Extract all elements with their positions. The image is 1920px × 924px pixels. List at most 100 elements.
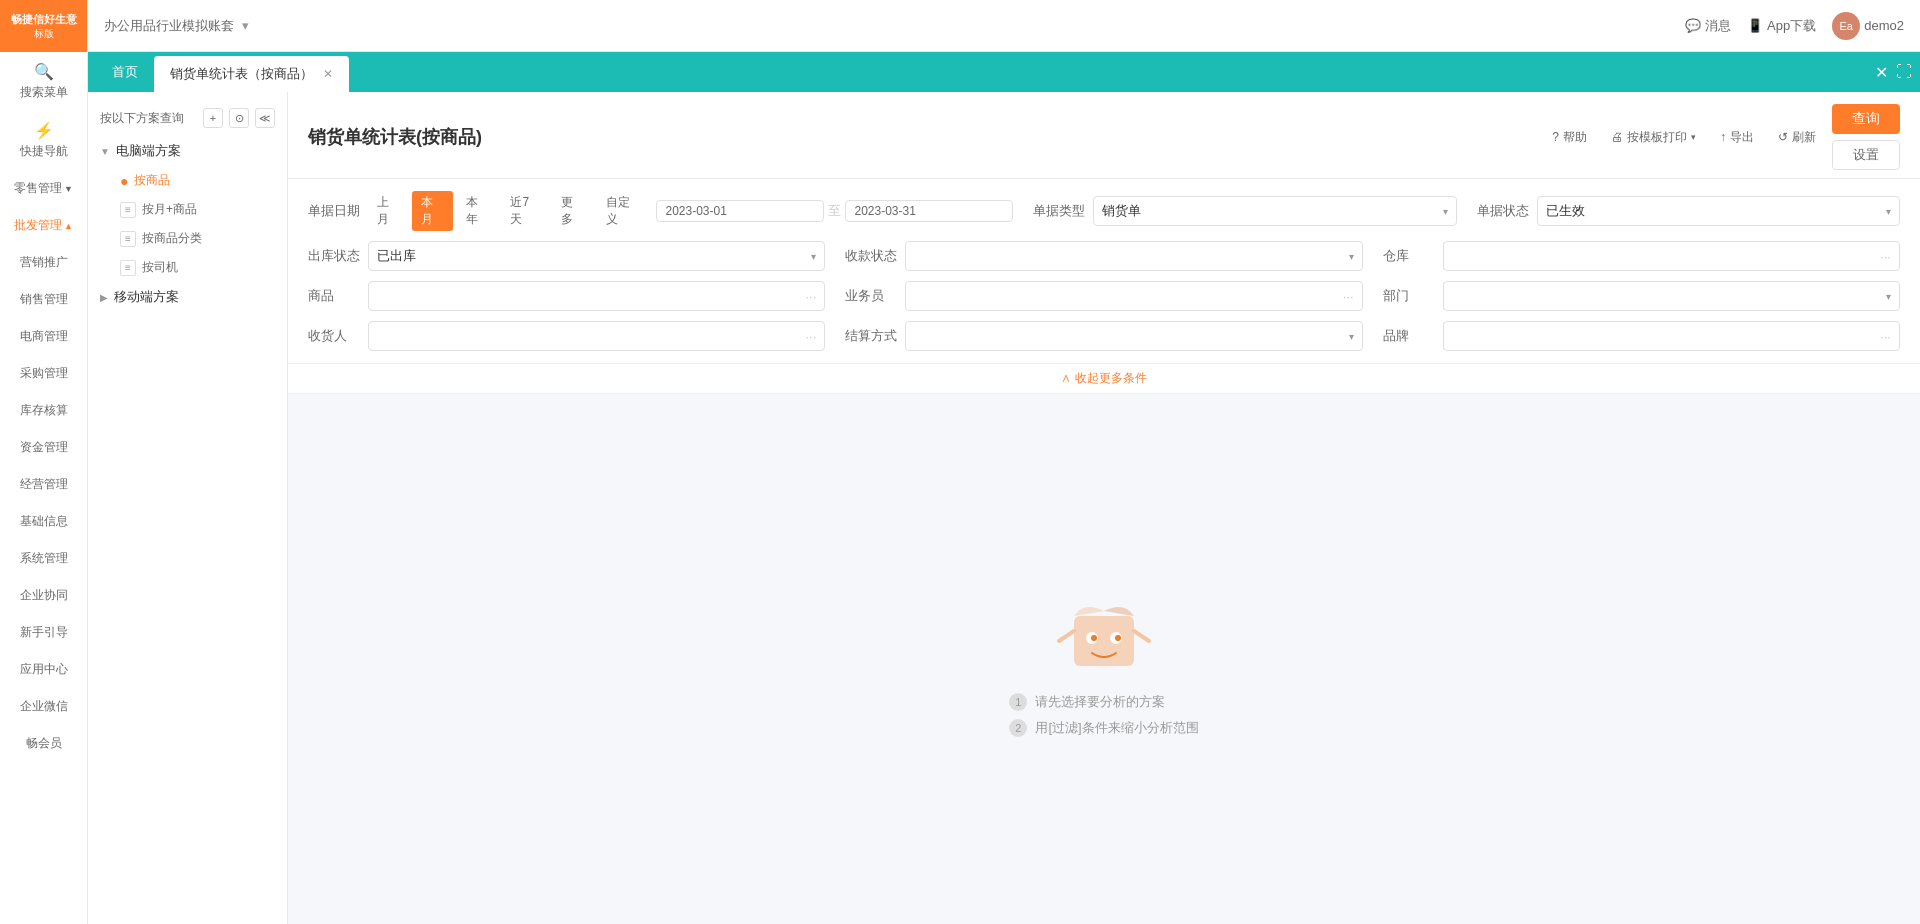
tab-maximize-btn[interactable]: ⛶: [1896, 63, 1912, 82]
sidebar-item-label: 资金管理: [20, 439, 68, 456]
sidebar-item-label: 基础信息: [20, 513, 68, 530]
chevron-right-icon: ▶: [100, 292, 108, 303]
user-area[interactable]: Ea demo2: [1832, 12, 1904, 40]
chevron-down-icon[interactable]: ▾: [242, 18, 249, 33]
sidebar-item-label: 搜索菜单: [20, 84, 68, 101]
sidebar-item-label: 系统管理: [20, 550, 68, 567]
collapse-label: ∧ 收起更多条件: [1061, 370, 1146, 387]
sidebar-item-finance[interactable]: 资金管理: [0, 429, 87, 466]
tree-item-desktop[interactable]: ▼ 电脑端方案: [88, 136, 287, 166]
tab-close-icon[interactable]: ✕: [323, 67, 333, 81]
sidebar-item-retail[interactable]: 零售管理 ▼: [0, 170, 87, 207]
out-value: 已出库: [377, 247, 416, 265]
filter-row-1: 单据日期 上月 本月 本年 近7天 更多 自定义 至: [308, 191, 1900, 231]
collapse-panel-btn[interactable]: ≪: [255, 108, 275, 128]
tree-sub-item-by-goods[interactable]: ● 按商品: [88, 166, 287, 195]
sidebar-item-basic[interactable]: 基础信息: [0, 503, 87, 540]
sidebar-item-inventory[interactable]: 库存核算: [0, 392, 87, 429]
tree-sub-item-by-category[interactable]: ≡ 按商品分类: [88, 224, 287, 253]
sidebar-item-search[interactable]: 🔍 搜索菜单: [0, 52, 87, 111]
page-header: 销货单统计表(按商品) ? 帮助 🖨 按模板打印 ▾ ↑ 导出: [288, 92, 1920, 179]
print-btn[interactable]: 🖨 按模板打印 ▾: [1603, 125, 1704, 150]
tab-home-label: 首页: [112, 63, 138, 81]
topbar-right: 💬 消息 📱 App下载 Ea demo2: [1685, 12, 1904, 40]
avatar: Ea: [1832, 12, 1860, 40]
main-content: 1 请先选择要分析的方案 2 用[过滤]条件来缩小分析范围: [288, 394, 1920, 924]
app-label: App下载: [1767, 17, 1816, 35]
print-icon: 🖨: [1611, 130, 1623, 144]
recv-status-select[interactable]: ▾: [905, 241, 1362, 271]
empty-tip-2: 2 用[过滤]条件来缩小分析范围: [1009, 719, 1198, 737]
sidebar-item-label: 销售管理: [20, 291, 68, 308]
collapse-conditions-btn[interactable]: ∧ 收起更多条件: [288, 364, 1920, 394]
tree-sub-item-by-month-goods[interactable]: ≡ 按月+商品: [88, 195, 287, 224]
sidebar-item-corp[interactable]: 企业协同: [0, 577, 87, 614]
app-icon: 📱: [1747, 18, 1763, 33]
date-to-input[interactable]: [845, 200, 1013, 222]
tab-home[interactable]: 首页: [96, 52, 154, 92]
message-btn[interactable]: 💬 消息: [1685, 17, 1731, 35]
sidebar-item-member[interactable]: 畅会员: [0, 725, 87, 762]
dots-icon: ···: [1880, 329, 1891, 344]
help-btn[interactable]: ? 帮助: [1544, 125, 1595, 150]
sidebar-item-guide[interactable]: 新手引导: [0, 614, 87, 651]
export-btn[interactable]: ↑ 导出: [1712, 125, 1762, 150]
date-tab-this-month[interactable]: 本月: [412, 191, 452, 231]
sidebar-item-ecommerce[interactable]: 电商管理: [0, 318, 87, 355]
date-from-input[interactable]: [656, 200, 824, 222]
edit-scheme-btn[interactable]: ⊙: [229, 108, 249, 128]
svg-line-5: [1059, 631, 1074, 641]
staff-select[interactable]: ···: [905, 281, 1362, 311]
svg-point-3: [1091, 635, 1097, 641]
logo-sub: 标版: [34, 27, 54, 41]
tabbar-actions: ✕ ⛶: [1875, 63, 1912, 82]
add-scheme-btn[interactable]: +: [203, 108, 223, 128]
sidebar-item-label: 企业微信: [20, 698, 68, 715]
sidebar-item-marketing[interactable]: 营销推广: [0, 244, 87, 281]
receiver-label: 收货人: [308, 327, 368, 345]
date-tab-more[interactable]: 更多: [552, 191, 592, 231]
type-value: 销货单: [1102, 202, 1141, 220]
sidebar-item-label: 经营管理: [20, 476, 68, 493]
sidebar-item-sales[interactable]: 销售管理: [0, 281, 87, 318]
payment-select[interactable]: ▾: [905, 321, 1362, 351]
filter-area: 单据日期 上月 本月 本年 近7天 更多 自定义 至: [288, 179, 1920, 364]
brand-select[interactable]: ···: [1443, 321, 1900, 351]
tip-1-text: 请先选择要分析的方案: [1035, 693, 1165, 711]
refresh-btn[interactable]: ↺ 刷新: [1770, 125, 1824, 150]
tab-close-window-btn[interactable]: ✕: [1875, 63, 1888, 82]
filter-out-status: 出库状态 已出库 ▾: [308, 241, 825, 271]
tree-sub-item-label: 按商品: [134, 172, 170, 189]
date-tab-custom[interactable]: 自定义: [597, 191, 649, 231]
date-tab-this-year[interactable]: 本年: [457, 191, 497, 231]
goods-select[interactable]: ···: [368, 281, 825, 311]
out-status-select[interactable]: 已出库 ▾: [368, 241, 825, 271]
tree-item-icon: ≡: [120, 231, 136, 247]
staff-label: 业务员: [845, 287, 905, 305]
sidebar-item-system[interactable]: 系统管理: [0, 540, 87, 577]
app-download-btn[interactable]: 📱 App下载: [1747, 17, 1816, 35]
tab-sales-stats[interactable]: 销货单统计表（按商品） ✕: [154, 56, 349, 92]
query-btn[interactable]: 查询: [1832, 104, 1900, 134]
date-tab-last-month[interactable]: 上月: [368, 191, 408, 231]
sidebar-item-operation[interactable]: 经营管理: [0, 466, 87, 503]
date-separator: 至: [824, 202, 845, 220]
sidebar-item-wholesale[interactable]: 批发管理 ▲: [0, 207, 87, 244]
sidebar-item-label: 应用中心: [20, 661, 68, 678]
type-select[interactable]: 销货单 ▾: [1093, 196, 1456, 226]
status-select[interactable]: 已生效 ▾: [1537, 196, 1900, 226]
sidebar-item-appcenter[interactable]: 应用中心: [0, 651, 87, 688]
empty-state: 1 请先选择要分析的方案 2 用[过滤]条件来缩小分析范围: [1009, 581, 1198, 737]
sidebar-item-quick[interactable]: ⚡ 快捷导航: [0, 111, 87, 170]
tree-sub-item-by-driver[interactable]: ≡ 按司机: [88, 253, 287, 282]
sidebar-item-label: 新手引导: [20, 624, 68, 641]
date-tab-7days[interactable]: 近7天: [501, 191, 548, 231]
sidebar-item-purchase[interactable]: 采购管理: [0, 355, 87, 392]
receiver-select[interactable]: ···: [368, 321, 825, 351]
warehouse-select[interactable]: ···: [1443, 241, 1900, 271]
tree-item-mobile[interactable]: ▶ 移动端方案: [88, 282, 287, 312]
settings-btn[interactable]: 设置: [1832, 140, 1900, 170]
sidebar-item-corpwx[interactable]: 企业微信: [0, 688, 87, 725]
sidebar-item-label: 批发管理: [14, 217, 62, 234]
dept-select[interactable]: ▾: [1443, 281, 1900, 311]
